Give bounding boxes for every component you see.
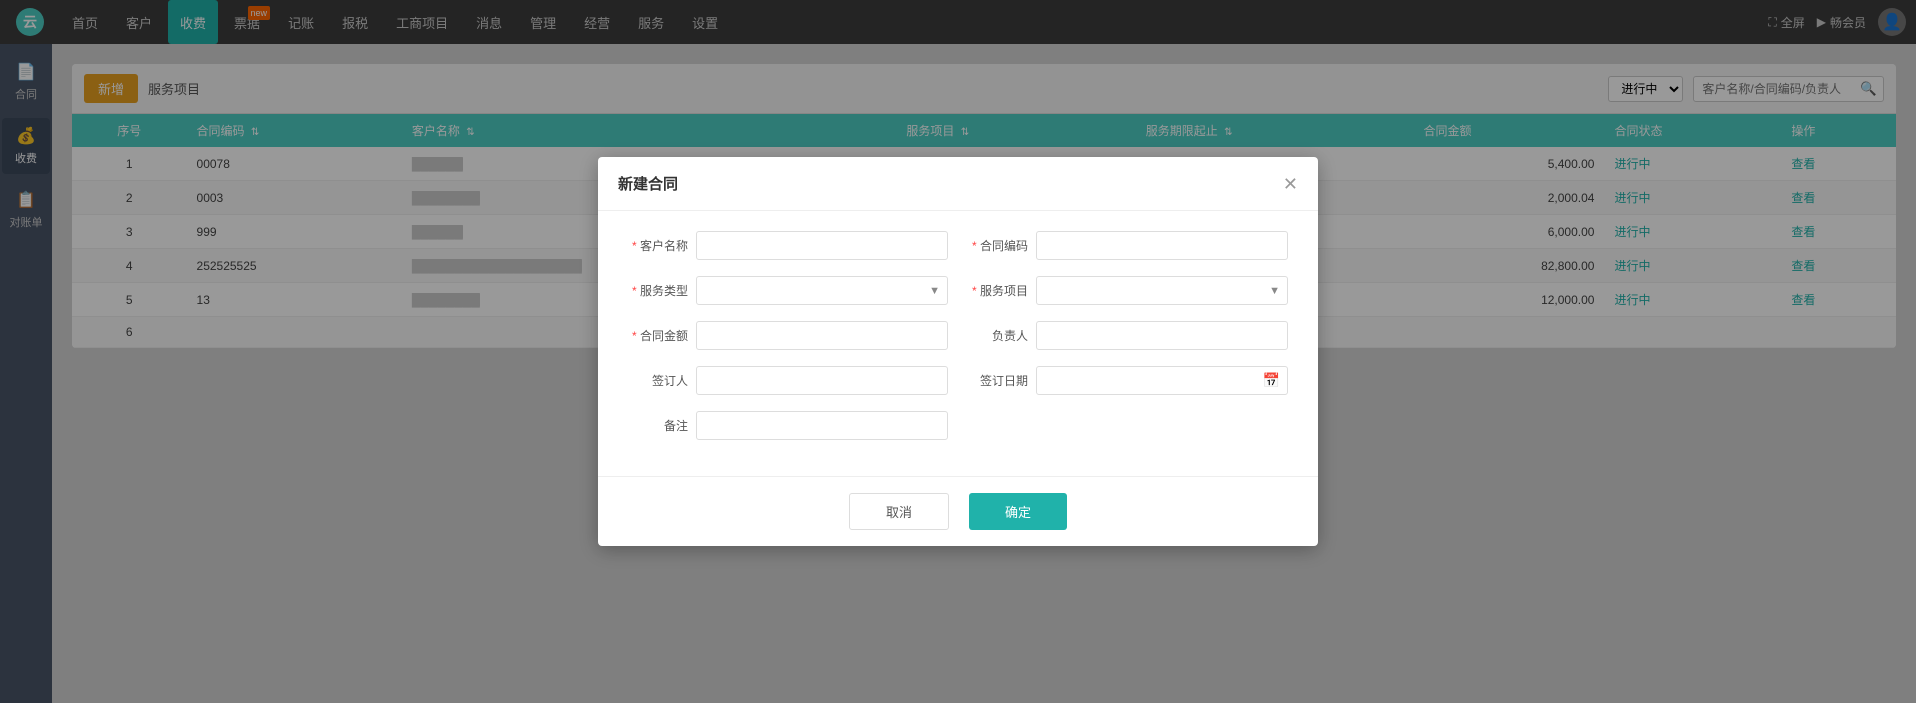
modal-title: 新建合同 bbox=[618, 173, 678, 194]
contract-no-label: 合同编码 bbox=[968, 237, 1028, 254]
sign-date-label: 签订日期 bbox=[968, 372, 1028, 389]
form-group-amount: 合同金额 0.00 bbox=[628, 321, 948, 350]
service-type-select[interactable] bbox=[696, 276, 948, 305]
date-wrapper: 2023-06-06 📅 bbox=[1036, 366, 1288, 395]
sign-date-input[interactable]: 2023-06-06 bbox=[1036, 366, 1288, 395]
customer-label: 客户名称 bbox=[628, 237, 688, 254]
calendar-icon: 📅 bbox=[1263, 372, 1280, 389]
service-type-label: 服务类型 bbox=[628, 282, 688, 299]
modal-footer: 取消 确定 bbox=[598, 476, 1318, 546]
modal-close-button[interactable]: ✕ bbox=[1283, 175, 1298, 193]
form-group-sign-date: 签订日期 2023-06-06 📅 bbox=[968, 366, 1288, 395]
customer-input[interactable] bbox=[696, 231, 948, 260]
signer-label: 签订人 bbox=[628, 372, 688, 389]
responsible-input[interactable] bbox=[1036, 321, 1288, 350]
service-item-label: 服务项目 bbox=[968, 282, 1028, 299]
confirm-button[interactable]: 确定 bbox=[969, 493, 1067, 530]
new-contract-modal: 新建合同 ✕ 客户名称 合同编码 服务类型 bbox=[598, 157, 1318, 546]
modal-body: 客户名称 合同编码 服务类型 ▼ 服务项目 bbox=[598, 211, 1318, 476]
contract-no-input[interactable] bbox=[1036, 231, 1288, 260]
form-row-2: 服务类型 ▼ 服务项目 ▼ bbox=[628, 276, 1288, 305]
cancel-button[interactable]: 取消 bbox=[849, 493, 949, 530]
modal-header: 新建合同 ✕ bbox=[598, 157, 1318, 211]
form-group-service-item: 服务项目 ▼ bbox=[968, 276, 1288, 305]
amount-label: 合同金额 bbox=[628, 327, 688, 344]
form-group-signer: 签订人 bbox=[628, 366, 948, 395]
form-group-note: 备注 bbox=[628, 411, 948, 440]
note-label: 备注 bbox=[628, 417, 688, 434]
form-row-4: 签订人 签订日期 2023-06-06 📅 bbox=[628, 366, 1288, 395]
amount-input[interactable]: 0.00 bbox=[696, 321, 948, 350]
form-group-customer: 客户名称 bbox=[628, 231, 948, 260]
service-item-wrapper: ▼ bbox=[1036, 276, 1288, 305]
modal-overlay: 新建合同 ✕ 客户名称 合同编码 服务类型 bbox=[0, 0, 1916, 703]
service-type-wrapper: ▼ bbox=[696, 276, 948, 305]
form-group-responsible: 负责人 bbox=[968, 321, 1288, 350]
form-row-3: 合同金额 0.00 负责人 bbox=[628, 321, 1288, 350]
form-group-contract-no: 合同编码 bbox=[968, 231, 1288, 260]
note-input[interactable] bbox=[696, 411, 948, 440]
service-item-select[interactable] bbox=[1036, 276, 1288, 305]
form-row-5: 备注 bbox=[628, 411, 1288, 440]
responsible-label: 负责人 bbox=[968, 327, 1028, 344]
signer-input[interactable] bbox=[696, 366, 948, 395]
form-group-service-type: 服务类型 ▼ bbox=[628, 276, 948, 305]
form-row-1: 客户名称 合同编码 bbox=[628, 231, 1288, 260]
